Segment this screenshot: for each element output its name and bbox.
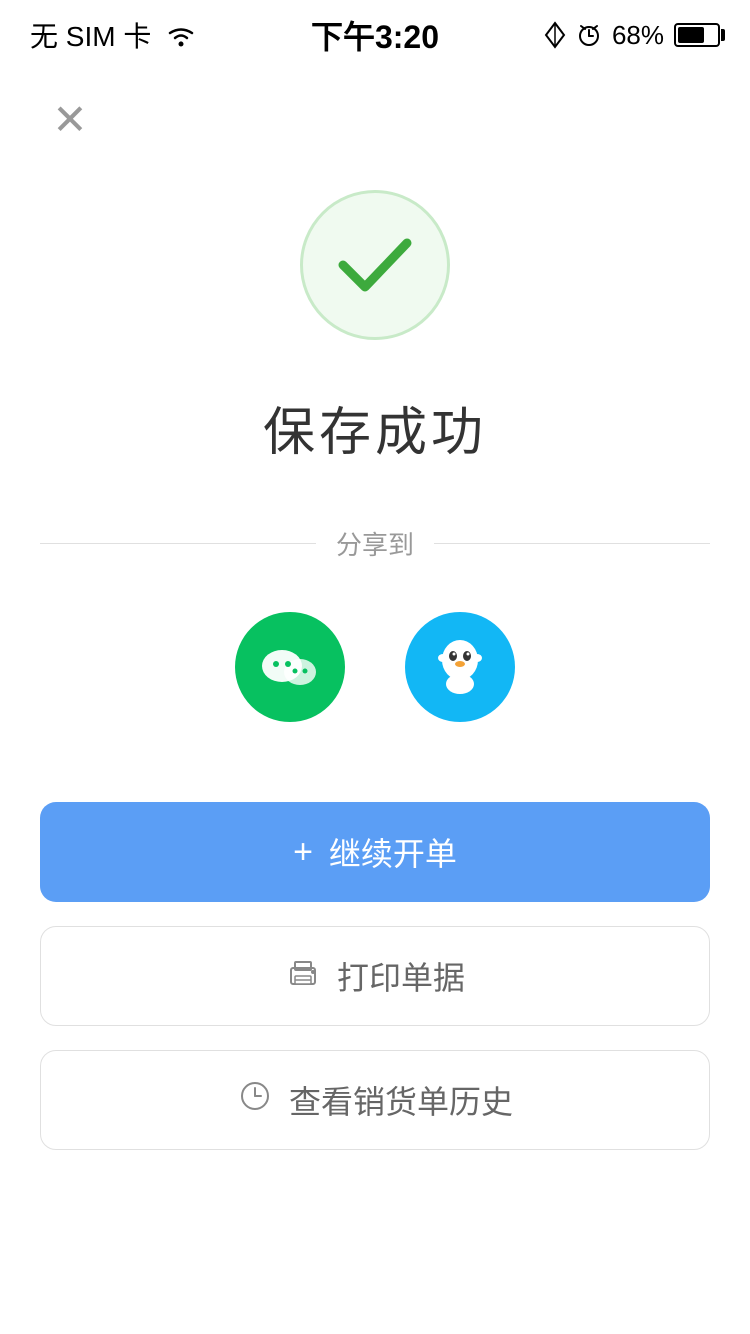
share-label: 分享到: [336, 525, 414, 562]
share-divider-row: 分享到: [40, 525, 710, 562]
battery-percent: 68%: [612, 20, 664, 51]
history-button[interactable]: 查看销货单历史: [40, 1050, 710, 1150]
wechat-icon: [256, 638, 324, 696]
history-icon: [237, 1078, 273, 1123]
battery-icon: [674, 23, 720, 47]
continue-button[interactable]: + 继续开单: [40, 802, 710, 902]
success-title: 保存成功: [263, 390, 487, 465]
print-label: 打印单据: [337, 953, 465, 999]
close-button[interactable]: ✕: [40, 90, 100, 150]
share-section: 分享到: [40, 525, 710, 722]
history-label: 查看销货单历史: [289, 1077, 513, 1123]
status-bar: 无 SIM 卡 下午3:20 68%: [0, 0, 750, 70]
printer-icon: [285, 954, 321, 999]
share-icons-row: [235, 612, 515, 722]
no-sim-text: 无 SIM 卡: [30, 15, 151, 55]
success-icon-container: [300, 190, 450, 340]
status-right: 68%: [544, 20, 720, 51]
print-button[interactable]: 打印单据: [40, 926, 710, 1026]
alarm-icon: [576, 21, 602, 49]
wifi-icon: [163, 21, 199, 49]
close-icon: ✕: [52, 99, 87, 141]
action-buttons: + 继续开单 打印单据: [40, 802, 710, 1150]
divider-left: [40, 543, 316, 544]
continue-label: 继续开单: [329, 829, 457, 875]
wechat-share-button[interactable]: [235, 612, 345, 722]
qq-icon: [430, 632, 490, 702]
qq-share-button[interactable]: [405, 612, 515, 722]
plus-icon: +: [293, 833, 313, 872]
status-left: 无 SIM 卡: [30, 15, 199, 55]
location-icon: [544, 21, 566, 49]
divider-right: [434, 543, 710, 544]
checkmark-icon: [335, 235, 415, 295]
main-content: ✕ 保存成功 分享到: [0, 70, 750, 1334]
battery-fill: [678, 27, 704, 43]
status-time: 下午3:20: [311, 12, 439, 58]
battery-icon-container: [674, 23, 720, 47]
